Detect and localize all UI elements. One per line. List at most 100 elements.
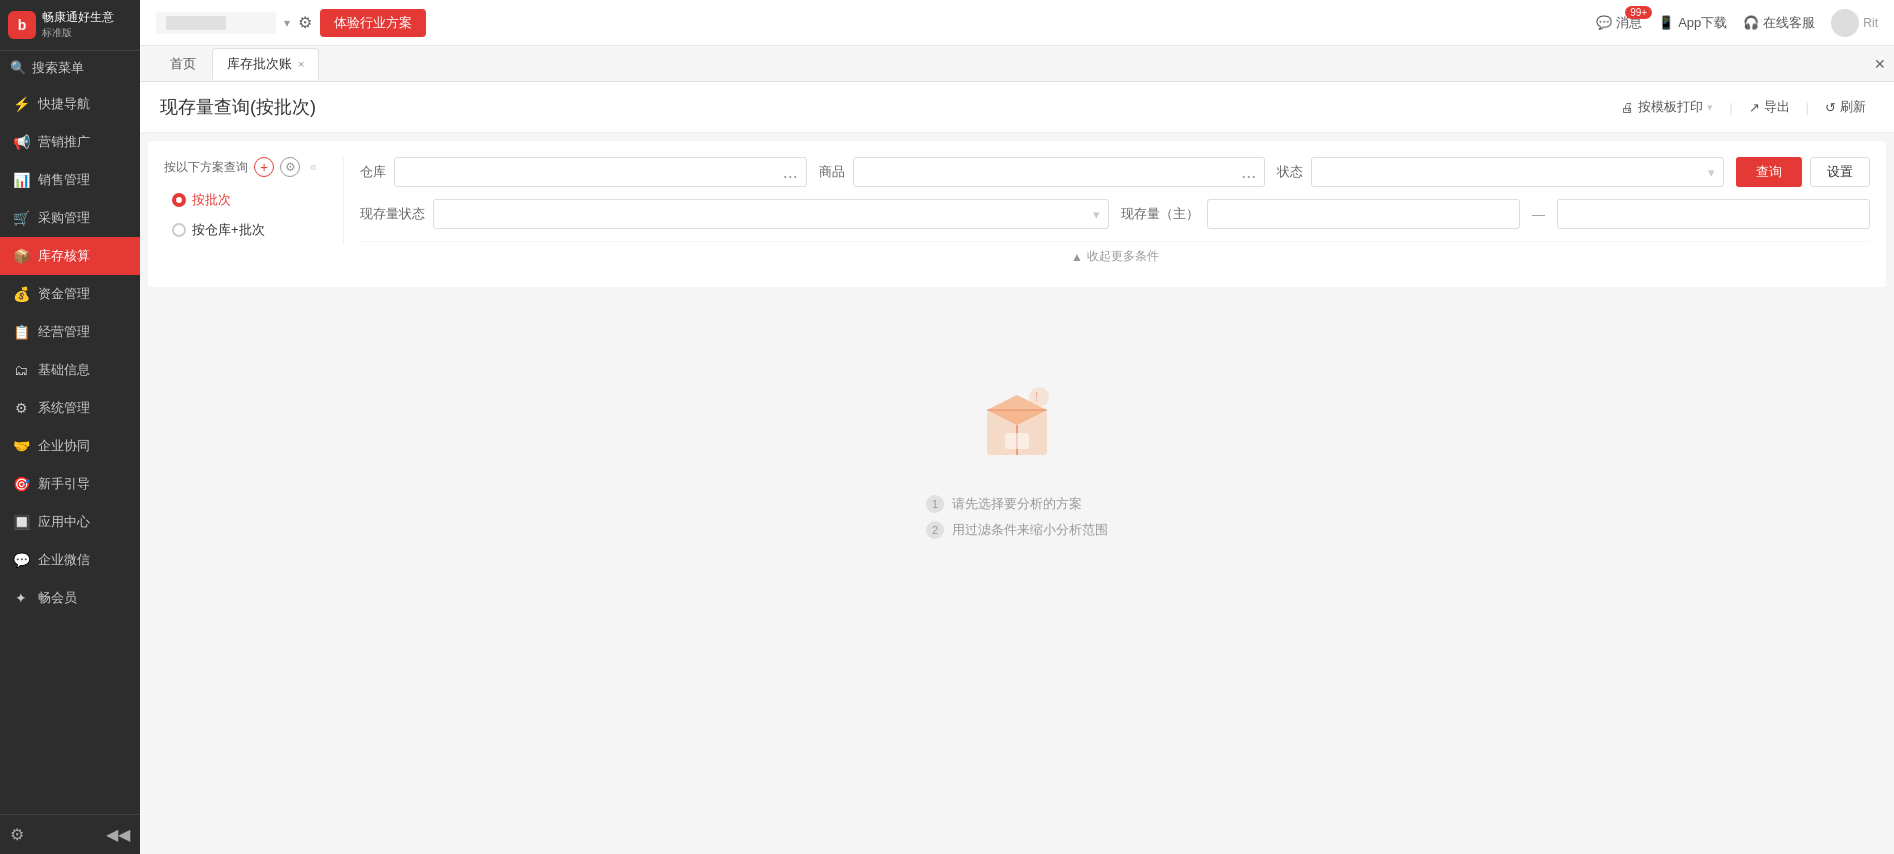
config-scheme-btn[interactable]: ⚙ [280,157,300,177]
sidebar-item-apps[interactable]: 🔲 应用中心 [0,503,140,541]
filter-section-title: 按以下方案查询 + ⚙ « [164,157,327,177]
scheme-warehouse-batch[interactable]: 按仓库+批次 [164,215,327,245]
tip-num-2: 2 [926,521,944,539]
app-download-btn[interactable]: 📱 App下载 [1658,14,1727,32]
sidebar-item-inventory[interactable]: 📦 库存核算 [0,237,140,275]
purchase-nav-label: 采购管理 [38,209,90,227]
export-icon: ↗ [1749,100,1760,115]
warehouse-input[interactable]: ... [394,157,807,187]
print-btn[interactable]: 🖨 按模板打印 ▾ [1613,94,1721,120]
inventory-qty-label: 现存量（主） [1121,205,1199,223]
trial-button[interactable]: 体验行业方案 [320,9,426,37]
filter-row-1: 仓库 ... 商品 ... [360,157,1870,187]
sidebar-item-operations[interactable]: 📋 经营管理 [0,313,140,351]
inventory-status-select[interactable]: ▾ [433,199,1109,229]
newbie-nav-icon: 🎯 [12,475,30,493]
tab-close-icon[interactable]: × [298,58,304,70]
home-tab-label: 首页 [170,55,196,73]
sidebar-item-wechat[interactable]: 💬 企业微信 [0,541,140,579]
product-input[interactable]: ... [853,157,1266,187]
page-actions: 🖨 按模板打印 ▾ | ↗ 导出 | ↺ 刷新 [1613,94,1874,120]
dropdown-arrow-icon[interactable]: ▾ [284,16,290,30]
inventory-qty-from[interactable] [1207,199,1520,229]
topbar-search-box[interactable] [156,12,276,34]
empty-state: ! 1 请先选择要分析的方案 2 用过滤条件来缩小分析范围 [140,295,1894,619]
scheme-title-text: 按以下方案查询 [164,159,248,176]
tip-num-1: 1 [926,495,944,513]
add-scheme-btn[interactable]: + [254,157,274,177]
sidebar-item-member[interactable]: ✦ 畅会员 [0,579,140,617]
tab-home[interactable]: 首页 [156,49,210,79]
export-btn[interactable]: ↗ 导出 [1741,94,1798,120]
inventory-qty-to[interactable] [1557,199,1870,229]
warehouse-more-icon[interactable]: ... [783,163,798,181]
sidebar-item-finance[interactable]: 💰 资金管理 [0,275,140,313]
sidebar-item-shortcut[interactable]: ⚡ 快捷导航 [0,85,140,123]
marketing-nav-icon: 📢 [12,133,30,151]
sidebar-item-enterprise[interactable]: 🤝 企业协同 [0,427,140,465]
tip-text-1: 请先选择要分析的方案 [952,495,1082,513]
headset-icon: 🎧 [1743,15,1759,30]
online-service-btn[interactable]: 🎧 在线客服 [1743,14,1815,32]
brand-edition: 标准版 [42,26,114,40]
close-panel-btn[interactable]: ✕ [1874,56,1886,72]
shortcut-nav-icon: ⚡ [12,95,30,113]
svg-point-5 [1029,387,1049,407]
filter-scheme-panel: 按以下方案查询 + ⚙ « 按批次 按仓库+批次 [164,157,344,245]
settings-footer-icon[interactable]: ⚙ [10,825,24,844]
product-more-icon[interactable]: ... [1241,163,1256,181]
topbar-settings-icon[interactable]: ⚙ [298,13,312,32]
scheme-collapse-btn[interactable]: « [310,160,317,174]
scheme-batch-label: 按批次 [192,191,231,209]
sidebar-item-marketing[interactable]: 📢 营销推广 [0,123,140,161]
status-select[interactable]: ▾ [1311,157,1724,187]
sidebar-nav: ⚡ 快捷导航 📢 营销推广 📊 销售管理 🛒 采购管理 📦 库存核算 💰 资金管… [0,85,140,814]
apps-nav-icon: 🔲 [12,513,30,531]
sidebar-item-newbie[interactable]: 🎯 新手引导 [0,465,140,503]
settings-button[interactable]: 设置 [1810,157,1870,187]
purchase-nav-icon: 🛒 [12,209,30,227]
filter-top: 按以下方案查询 + ⚙ « 按批次 按仓库+批次 [164,157,1870,271]
svg-text:!: ! [1035,390,1038,404]
page-title: 现存量查询(按批次) [160,95,316,119]
inventory-status-label: 现存量状态 [360,205,425,223]
warehouse-filter-group: 仓库 ... [360,157,807,187]
export-label: 导出 [1764,98,1790,116]
search-icon: 🔍 [10,60,26,75]
tip-text-2: 用过滤条件来缩小分析范围 [952,521,1108,539]
sidebar-item-system[interactable]: ⚙ 系统管理 [0,389,140,427]
product-filter-group: 商品 ... [819,157,1266,187]
user-avatar [1831,9,1859,37]
operations-nav-icon: 📋 [12,323,30,341]
finance-nav-label: 资金管理 [38,285,90,303]
query-button[interactable]: 查询 [1736,157,1802,187]
scheme-batch[interactable]: 按批次 [164,185,327,215]
user-name: Rit [1863,16,1878,30]
sidebar: b 畅康通好生意 标准版 🔍 搜索菜单 ⚡ 快捷导航 📢 营销推广 📊 销售管理… [0,0,140,854]
sidebar-item-basic[interactable]: 🗂 基础信息 [0,351,140,389]
messages-btn[interactable]: 💬 消息 99+ [1596,14,1642,32]
sidebar-search[interactable]: 🔍 搜索菜单 [0,51,140,85]
sidebar-item-sales[interactable]: 📊 销售管理 [0,161,140,199]
topbar-left: ▾ ⚙ 体验行业方案 [156,9,1586,37]
user-avatar-area[interactable]: Rit [1831,9,1878,37]
refresh-icon: ↺ [1825,100,1836,115]
sidebar-search-label: 搜索菜单 [32,59,84,77]
scheme-inactive-dot [172,223,186,237]
refresh-btn[interactable]: ↺ 刷新 [1817,94,1874,120]
collapse-sidebar-btn[interactable]: ◀◀ [106,825,130,844]
inventory-nav-icon: 📦 [12,247,30,265]
topbar: ▾ ⚙ 体验行业方案 💬 消息 99+ 📱 App下载 🎧 在线客服 Rit [140,0,1894,46]
print-dropdown-icon[interactable]: ▾ [1707,101,1713,114]
sidebar-item-purchase[interactable]: 🛒 采购管理 [0,199,140,237]
collapse-more-btn[interactable]: ▲ 收起更多条件 [360,241,1870,271]
topbar-right: 💬 消息 99+ 📱 App下载 🎧 在线客服 Rit [1596,9,1878,37]
empty-tips: 1 请先选择要分析的方案 2 用过滤条件来缩小分析范围 [926,495,1108,539]
tab-inventory-batch[interactable]: 库存批次账 × [212,48,319,80]
empty-tip-1: 1 请先选择要分析的方案 [926,495,1108,513]
scheme-active-dot [172,193,186,207]
message-icon: 💬 [1596,15,1612,30]
product-label: 商品 [819,163,845,181]
status-label: 状态 [1277,163,1303,181]
sales-nav-label: 销售管理 [38,171,90,189]
